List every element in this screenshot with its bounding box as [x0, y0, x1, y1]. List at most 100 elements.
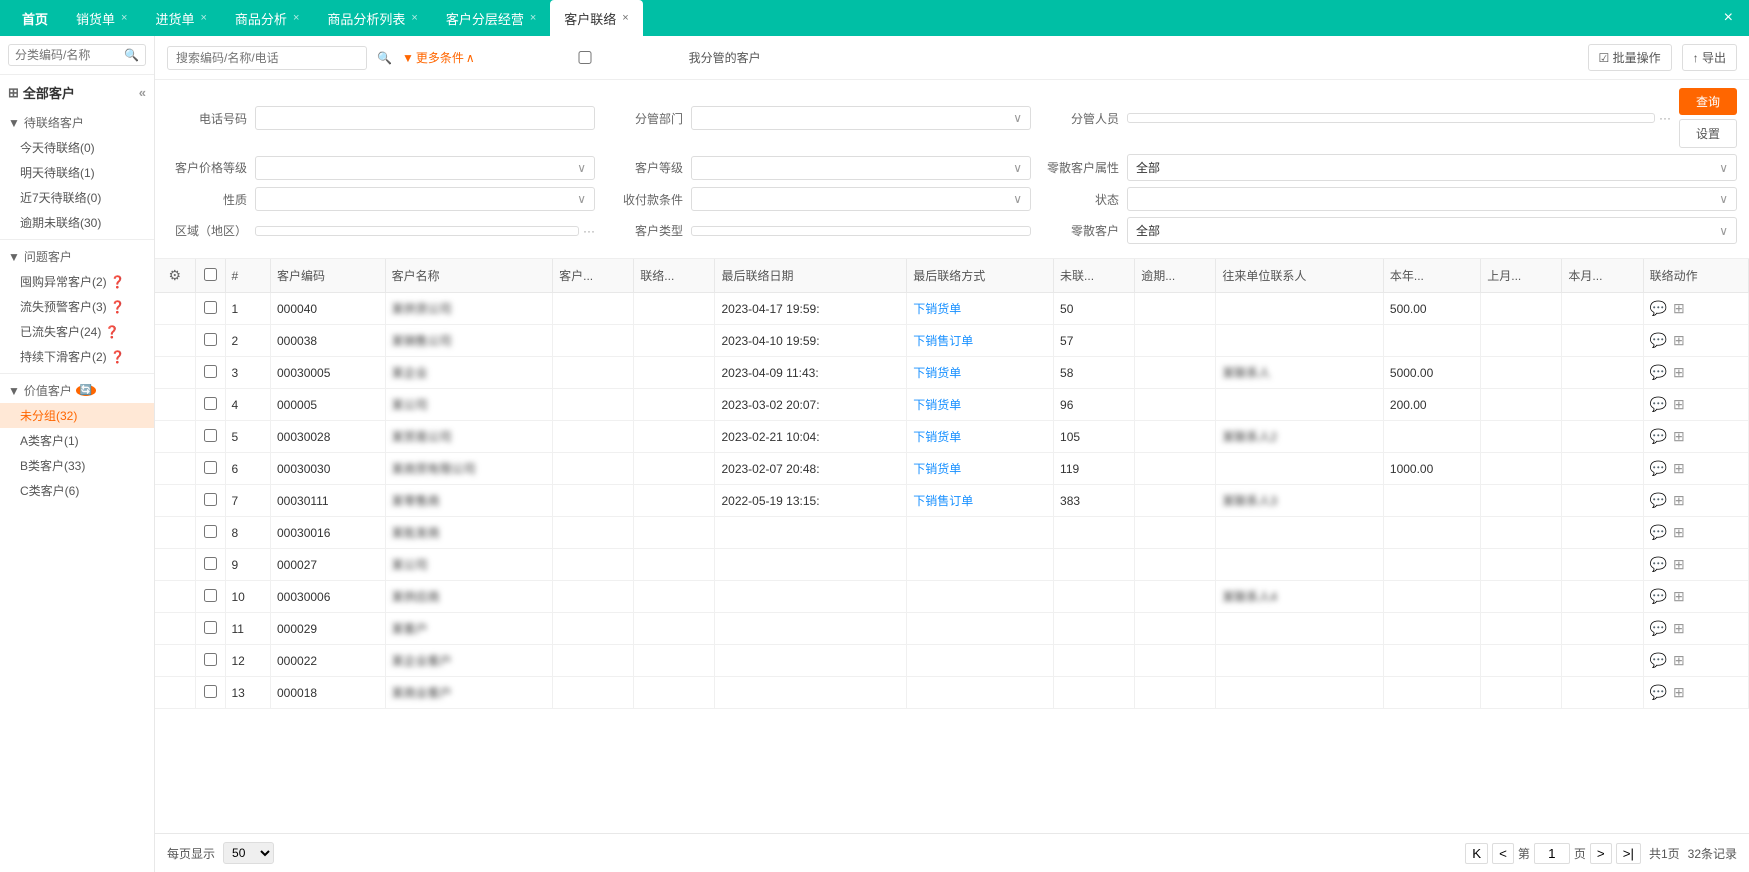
- col-name[interactable]: 客户名称: [385, 259, 553, 293]
- collapse-icon[interactable]: «: [139, 85, 146, 100]
- row-last-method[interactable]: 下销货单: [907, 421, 1054, 453]
- row-last-method[interactable]: [907, 677, 1054, 709]
- query-button[interactable]: 查询: [1679, 88, 1737, 115]
- chat-icon[interactable]: 💬: [1650, 364, 1667, 381]
- grid-action-icon[interactable]: ⊞: [1673, 652, 1685, 669]
- row-checkbox[interactable]: [195, 325, 225, 357]
- row-last-method[interactable]: 下销售订单: [907, 485, 1054, 517]
- row-checkbox[interactable]: [195, 613, 225, 645]
- col-pending[interactable]: 未联...: [1054, 259, 1135, 293]
- person-select[interactable]: [1127, 113, 1655, 123]
- row-select-checkbox[interactable]: [204, 621, 217, 634]
- sidebar-item-lost[interactable]: 已流失客户(24) ❓: [0, 319, 154, 344]
- tab-product-analysis-list[interactable]: 商品分析列表 ×: [313, 0, 431, 36]
- chat-icon[interactable]: 💬: [1650, 460, 1667, 477]
- first-page-button[interactable]: K: [1465, 843, 1488, 864]
- chat-icon[interactable]: 💬: [1650, 332, 1667, 349]
- sidebar-item-7day-pending[interactable]: 近7天待联络(0): [0, 185, 154, 210]
- per-page-select[interactable]: 50 100 200: [223, 842, 274, 864]
- cust-level-select[interactable]: ∨: [691, 156, 1031, 180]
- row-checkbox[interactable]: [195, 549, 225, 581]
- grid-action-icon[interactable]: ⊞: [1673, 460, 1685, 477]
- tab-customer-tier[interactable]: 客户分层经营 ×: [432, 0, 550, 36]
- person-dots[interactable]: ···: [1659, 111, 1671, 125]
- row-last-method[interactable]: 下销货单: [907, 357, 1054, 389]
- col-overdue[interactable]: 逾期...: [1135, 259, 1216, 293]
- col-this-month[interactable]: 本月...: [1562, 259, 1643, 293]
- row-select-checkbox[interactable]: [204, 525, 217, 538]
- all-customers-item[interactable]: ⊞ 全部客户 «: [0, 75, 154, 110]
- row-checkbox[interactable]: [195, 645, 225, 677]
- batch-ops-button[interactable]: ☑ 批量操作: [1588, 44, 1672, 71]
- row-select-checkbox[interactable]: [204, 589, 217, 602]
- grid-action-icon[interactable]: ⊞: [1673, 332, 1685, 349]
- grid-action-icon[interactable]: ⊞: [1673, 492, 1685, 509]
- region-select[interactable]: [255, 226, 579, 236]
- close-icon[interactable]: ×: [622, 12, 628, 24]
- row-select-checkbox[interactable]: [204, 365, 217, 378]
- row-last-method[interactable]: [907, 613, 1054, 645]
- tab-purchase[interactable]: 进货单 ×: [141, 0, 220, 36]
- sidebar-item-class-b[interactable]: B类客户(33): [0, 453, 154, 478]
- col-last-method[interactable]: 最后联络方式: [907, 259, 1054, 293]
- row-last-method[interactable]: [907, 581, 1054, 613]
- export-button[interactable]: ↑ 导出: [1682, 44, 1737, 71]
- sidebar-item-today-pending[interactable]: 今天待联络(0): [0, 135, 154, 160]
- region-dots[interactable]: ···: [583, 224, 595, 238]
- row-checkbox[interactable]: [195, 581, 225, 613]
- close-icon[interactable]: ×: [293, 12, 299, 24]
- close-icon[interactable]: ×: [200, 12, 206, 24]
- row-select-checkbox[interactable]: [204, 301, 217, 314]
- retail-select[interactable]: 全部∨: [1127, 217, 1737, 244]
- status-select[interactable]: ∨: [1127, 187, 1737, 211]
- tab-home[interactable]: 首页: [8, 0, 62, 36]
- row-select-checkbox[interactable]: [204, 429, 217, 442]
- grid-action-icon[interactable]: ⊞: [1673, 684, 1685, 701]
- chat-icon[interactable]: 💬: [1650, 396, 1667, 413]
- sidebar-item-warning[interactable]: 流失预警客户(3) ❓: [0, 294, 154, 319]
- row-last-method[interactable]: 下销货单: [907, 389, 1054, 421]
- row-last-method[interactable]: 下销货单: [907, 453, 1054, 485]
- col-last-month[interactable]: 上月...: [1481, 259, 1562, 293]
- dept-select[interactable]: ∨: [691, 106, 1031, 130]
- row-select-checkbox[interactable]: [204, 685, 217, 698]
- row-checkbox[interactable]: [195, 421, 225, 453]
- row-last-method[interactable]: [907, 645, 1054, 677]
- search-input[interactable]: [167, 46, 367, 70]
- reset-button[interactable]: 设置: [1679, 119, 1737, 148]
- row-checkbox[interactable]: [195, 357, 225, 389]
- sidebar-item-ungroup[interactable]: 未分组(32): [0, 403, 154, 428]
- phone-input[interactable]: [255, 106, 595, 130]
- row-last-method[interactable]: [907, 549, 1054, 581]
- row-checkbox[interactable]: [195, 485, 225, 517]
- row-checkbox[interactable]: [195, 453, 225, 485]
- last-page-button[interactable]: >|: [1616, 843, 1641, 864]
- row-select-checkbox[interactable]: [204, 557, 217, 570]
- window-close-button[interactable]: ×: [1716, 9, 1741, 27]
- chat-icon[interactable]: 💬: [1650, 492, 1667, 509]
- sidebar-item-tomorrow-pending[interactable]: 明天待联络(1): [0, 160, 154, 185]
- row-checkbox[interactable]: [195, 517, 225, 549]
- chat-icon[interactable]: 💬: [1650, 300, 1667, 317]
- next-page-button[interactable]: >: [1590, 843, 1612, 864]
- prev-page-button[interactable]: <: [1492, 843, 1514, 864]
- col-contacts[interactable]: 往来单位联系人: [1216, 259, 1384, 293]
- grid-action-icon[interactable]: ⊞: [1673, 428, 1685, 445]
- settings-col-header[interactable]: ⚙: [155, 259, 195, 293]
- close-icon[interactable]: ×: [411, 12, 417, 24]
- chat-icon[interactable]: 💬: [1650, 428, 1667, 445]
- chat-icon[interactable]: 💬: [1650, 684, 1667, 701]
- row-last-method[interactable]: 下销货单: [907, 293, 1054, 325]
- settings-icon[interactable]: ⚙: [168, 267, 181, 283]
- row-checkbox[interactable]: [195, 677, 225, 709]
- row-checkbox[interactable]: [195, 293, 225, 325]
- sidebar-item-declining[interactable]: 持续下滑客户(2) ❓: [0, 344, 154, 369]
- chat-icon[interactable]: 💬: [1650, 588, 1667, 605]
- grid-action-icon[interactable]: ⊞: [1673, 620, 1685, 637]
- row-select-checkbox[interactable]: [204, 333, 217, 346]
- chat-icon[interactable]: 💬: [1650, 652, 1667, 669]
- sidebar-item-class-a[interactable]: A类客户(1): [0, 428, 154, 453]
- chat-icon[interactable]: 💬: [1650, 524, 1667, 541]
- col-code[interactable]: 客户编码: [271, 259, 386, 293]
- more-conditions-button[interactable]: ▼ 更多条件 ∧: [402, 49, 475, 66]
